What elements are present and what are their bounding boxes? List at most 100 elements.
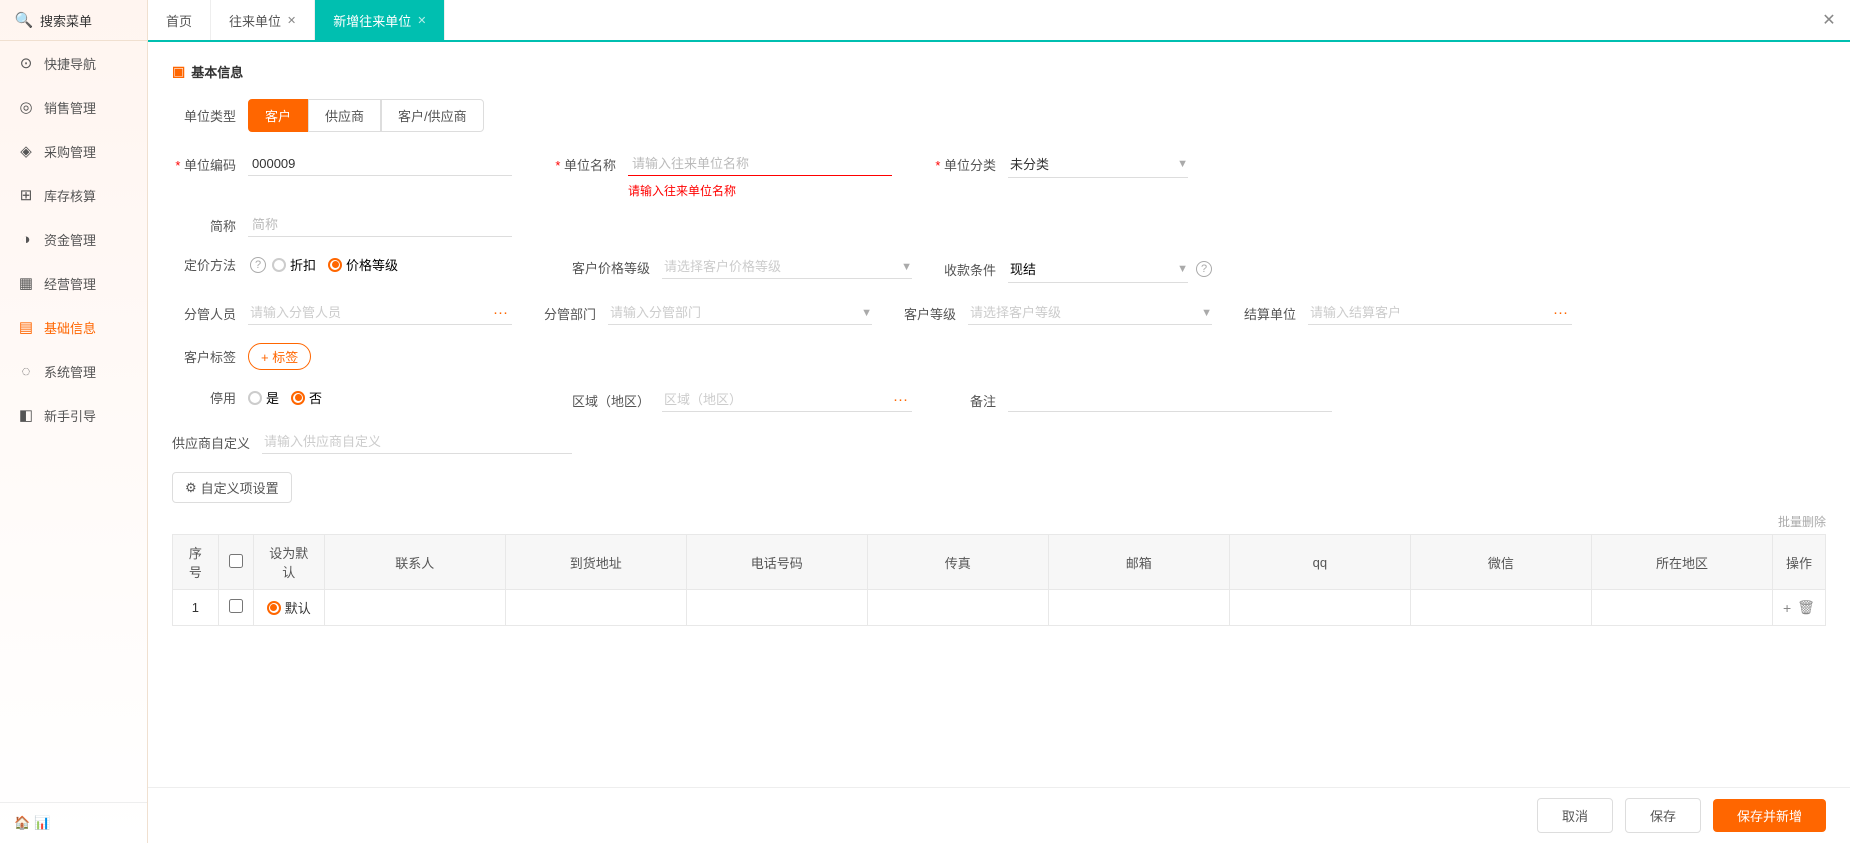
default-radio-label: 默认	[285, 598, 311, 617]
customer-price-input[interactable]	[662, 255, 901, 278]
abbr-input[interactable]	[248, 213, 512, 237]
custom-settings-button[interactable]: ⚙ 自定义项设置	[172, 472, 292, 503]
sales-icon: ◎	[16, 97, 36, 117]
name-error-msg: 请输入往来单位名称	[628, 184, 736, 198]
sidebar-label-operations: 经营管理	[44, 274, 96, 293]
cell-op: + 🗑	[1772, 590, 1825, 626]
sidebar-item-sales[interactable]: ◎ 销售管理	[0, 85, 147, 129]
tag-add-button[interactable]: + 标签	[248, 343, 311, 370]
tab-new-partner[interactable]: 新增往来单位 ✕	[315, 0, 445, 40]
sidebar-item-inventory[interactable]: ⊞ 库存核算	[0, 173, 147, 217]
category-arrow[interactable]: ▼	[1177, 158, 1188, 170]
unit-btn-supplier[interactable]: 供应商	[308, 99, 381, 132]
customer-level-arrow[interactable]: ▼	[1201, 307, 1212, 319]
table-body: 1 默认	[173, 590, 1826, 626]
unit-btn-both[interactable]: 客户/供应商	[381, 99, 484, 132]
contact-input[interactable]	[335, 600, 495, 615]
qq-input[interactable]	[1240, 600, 1400, 615]
manager-label: 分管人员	[172, 304, 242, 323]
manager-input[interactable]	[248, 301, 489, 324]
select-all-checkbox[interactable]	[229, 554, 243, 568]
tab-new-partner-close[interactable]: ✕	[417, 14, 426, 27]
pricing-option-level[interactable]: 价格等级	[328, 255, 398, 274]
customer-level-field: 客户等级 ▼	[892, 301, 1212, 325]
contact-table: 序号 设为默认 联系人 到货地址 电话号码 传真 邮箱 qq 微信 所在地区 操…	[172, 534, 1826, 626]
row-checkbox[interactable]	[229, 599, 243, 613]
manager-more-btn[interactable]: ···	[489, 304, 512, 321]
email-input[interactable]	[1059, 600, 1219, 615]
customer-price-arrow[interactable]: ▼	[901, 261, 912, 273]
disabled-no-item[interactable]: 否	[291, 388, 322, 407]
payment-arrow[interactable]: ▼	[1177, 263, 1188, 275]
unit-type-field: 单位类型 客户 供应商 客户/供应商	[172, 99, 1826, 132]
address-input[interactable]	[516, 600, 676, 615]
tab-partners[interactable]: 往来单位 ✕	[211, 0, 315, 40]
sidebar-item-operations[interactable]: ▦ 经营管理	[0, 261, 147, 305]
finance-icon: ◑	[16, 229, 36, 249]
pricing-label: 定价方法	[172, 255, 242, 274]
sidebar-item-finance[interactable]: ◑ 资金管理	[0, 217, 147, 261]
add-row-button[interactable]: +	[1783, 600, 1791, 616]
sidebar-label-system: 系统管理	[44, 362, 96, 381]
tab-partners-close[interactable]: ✕	[287, 14, 296, 27]
cell-seq: 1	[173, 590, 219, 626]
unit-btn-customer[interactable]: 客户	[248, 99, 308, 132]
sidebar-bottom: 🏠📊	[0, 802, 147, 843]
settle-unit-input[interactable]	[1308, 301, 1549, 324]
remark-wrap	[1008, 388, 1332, 412]
code-input[interactable]	[248, 152, 512, 176]
save-button[interactable]: 保存	[1625, 798, 1701, 833]
manager-field: 分管人员 ···	[172, 301, 512, 325]
region-table-input[interactable]	[1602, 600, 1762, 615]
th-contact: 联系人	[324, 535, 505, 590]
default-radio-circle[interactable]	[267, 601, 281, 615]
batch-delete-button[interactable]: 批量删除	[1778, 513, 1826, 530]
disabled-yes-radio[interactable]	[248, 391, 262, 405]
sidebar-item-basics[interactable]: ▤ 基础信息	[0, 305, 147, 349]
supplier-custom-input[interactable]	[262, 430, 572, 453]
disabled-yes-label: 是	[266, 388, 279, 407]
region-input[interactable]	[662, 388, 889, 411]
remark-input[interactable]	[1008, 388, 1332, 411]
window-close-button[interactable]: ✕	[1808, 0, 1850, 40]
wechat-input[interactable]	[1421, 600, 1581, 615]
phone-input[interactable]	[697, 600, 857, 615]
region-wrap: ···	[662, 388, 912, 412]
sidebar-item-system[interactable]: ◌ 系统管理	[0, 349, 147, 393]
sidebar-item-quick-nav[interactable]: ⊙ 快捷导航	[0, 41, 147, 85]
remark-label: 备注	[932, 391, 1002, 410]
region-label: 区域（地区）	[572, 391, 656, 410]
pricing-radio-level[interactable]	[328, 258, 342, 272]
sidebar-item-newbie[interactable]: ◧ 新手引导	[0, 393, 147, 437]
tab-home[interactable]: 首页	[148, 0, 211, 40]
region-more-btn[interactable]: ···	[889, 391, 912, 408]
pricing-help-icon[interactable]: ?	[250, 257, 266, 273]
name-input[interactable]	[628, 152, 892, 176]
sidebar-item-purchase[interactable]: ◈ 采购管理	[0, 129, 147, 173]
cell-wechat	[1410, 590, 1591, 626]
abbr-field: 简称	[172, 213, 512, 237]
th-qq: qq	[1229, 535, 1410, 590]
settle-unit-label: 结算单位	[1232, 304, 1302, 323]
pricing-option-discount[interactable]: 折扣	[272, 255, 316, 274]
dept-arrow[interactable]: ▼	[861, 307, 872, 319]
delete-row-button[interactable]: 🗑	[1797, 599, 1815, 616]
operations-icon: ▦	[16, 273, 36, 293]
settle-unit-more-btn[interactable]: ···	[1549, 304, 1572, 321]
payment-help-icon[interactable]: ?	[1196, 261, 1212, 277]
save-and-new-button[interactable]: 保存并新增	[1713, 799, 1826, 832]
main: 首页 往来单位 ✕ 新增往来单位 ✕ ✕ ▣ 基本信息 单位类型 客户 供应商	[148, 0, 1850, 843]
tab-new-partner-label: 新增往来单位	[333, 11, 411, 30]
th-op: 操作	[1772, 535, 1825, 590]
disabled-no-radio[interactable]	[291, 391, 305, 405]
pricing-radio-discount[interactable]	[272, 258, 286, 272]
default-radio-item[interactable]: 默认	[267, 598, 311, 617]
dept-input[interactable]	[608, 301, 861, 324]
sidebar-search[interactable]: 🔍 搜索菜单	[0, 0, 147, 41]
customer-level-input[interactable]	[968, 301, 1201, 324]
pricing-radio-group: 折扣 价格等级	[272, 255, 398, 274]
cancel-button[interactable]: 取消	[1537, 798, 1613, 833]
category-field: 单位分类 未分类 ▼	[932, 150, 1272, 178]
fax-input[interactable]	[878, 600, 1038, 615]
disabled-yes-item[interactable]: 是	[248, 388, 279, 407]
